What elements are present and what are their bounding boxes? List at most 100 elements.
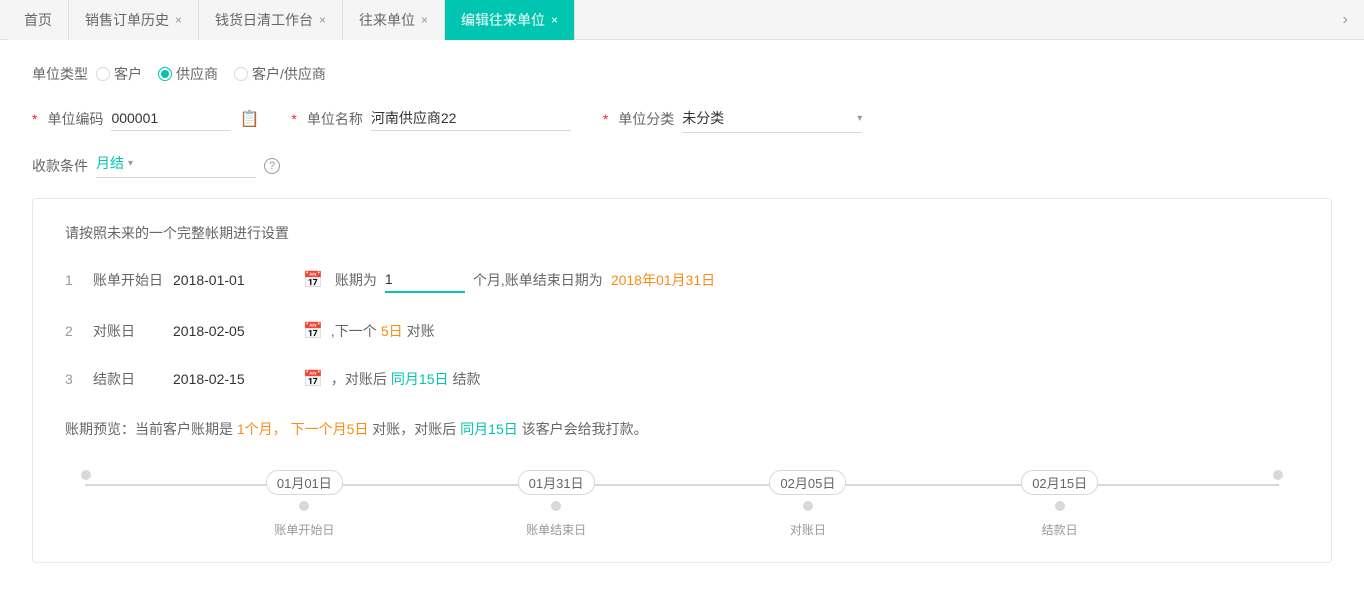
category-value: 未分类 <box>682 108 724 128</box>
tab-home[interactable]: 首页 <box>8 0 69 40</box>
row2-date: 2018-02-05 <box>173 323 303 339</box>
radio-both-circle <box>234 67 248 81</box>
row3-post: 结款 <box>453 369 481 389</box>
row1-suffix: 账期为 个月,账单结束日期为 2018年01月31日 <box>323 267 715 293</box>
name-required: * <box>291 111 296 127</box>
tab-partner-list-label: 往来单位 <box>359 10 415 30</box>
row1-label: 账单开始日 <box>93 270 173 290</box>
row2-cal-icon[interactable]: 📅 <box>303 321 323 341</box>
unit-type-row: 单位类型 客户 供应商 客户/供应商 <box>32 64 1332 84</box>
radio-customer-circle <box>96 67 110 81</box>
tab-cash-desk[interactable]: 钱货日清工作台 × <box>199 0 343 40</box>
tab-partner-list[interactable]: 往来单位 × <box>343 0 445 40</box>
tab-sales-history-close[interactable]: × <box>175 13 182 27</box>
tabs-bar: 首页 销售订单历史 × 钱货日清工作台 × 往来单位 × 编辑往来单位 × › <box>0 0 1364 40</box>
tl-label-1: 账单开始日 <box>274 521 334 538</box>
radio-both-label: 客户/供应商 <box>252 64 326 84</box>
row1-period-label: 账期为 <box>335 270 377 290</box>
row2-num: 2 <box>65 323 93 339</box>
tab-edit-partner-close[interactable]: × <box>551 13 558 27</box>
timeline-start-dot <box>81 470 91 480</box>
tl-badge-2: 01月31日 <box>518 470 595 495</box>
tab-partner-list-close[interactable]: × <box>421 13 428 27</box>
radio-supplier-label: 供应商 <box>176 64 218 84</box>
row1-date: 2018-01-01 <box>173 272 303 288</box>
copy-icon[interactable]: 📋 <box>239 109 259 129</box>
category-field: * 单位分类 未分类 ▾ <box>603 104 862 133</box>
tabs-arrow[interactable]: › <box>1335 11 1356 29</box>
timeline-point-3: 02月05日 对账日 <box>769 470 846 538</box>
name-input[interactable] <box>371 106 571 131</box>
code-input[interactable] <box>111 106 231 131</box>
code-name-row: * 单位编码 📋 * 单位名称 * 单位分类 未分类 ▾ <box>32 104 1332 133</box>
payment-row: 收款条件 月结 ▾ ? <box>32 153 1332 178</box>
radio-customer[interactable]: 客户 <box>96 64 142 84</box>
tl-badge-1: 01月01日 <box>266 470 343 495</box>
tab-edit-partner-label: 编辑往来单位 <box>461 10 545 30</box>
row2-highlight: 5日 <box>381 321 403 341</box>
row1-num: 1 <box>65 272 93 288</box>
box-instruction: 请按照未来的一个完整帐期进行设置 <box>65 223 1299 243</box>
row3-highlight: 同月15日 <box>391 369 449 389</box>
row3-label: 结款日 <box>93 369 173 389</box>
payment-field: 收款条件 月结 ▾ ? <box>32 153 280 178</box>
tab-edit-partner[interactable]: 编辑往来单位 × <box>445 0 575 40</box>
category-select[interactable]: 未分类 ▾ <box>682 104 862 133</box>
period-input[interactable] <box>385 267 465 293</box>
preview-mid2: 对账，对账后 <box>372 421 456 437</box>
radio-group: 客户 供应商 客户/供应商 <box>96 64 326 84</box>
config-row-2: 2 对账日 2018-02-05 📅 ,下一个 5日 对账 <box>65 321 1299 341</box>
question-icon[interactable]: ? <box>264 158 280 174</box>
tl-label-2: 账单结束日 <box>526 521 586 538</box>
tl-badge-4: 02月15日 <box>1021 470 1098 495</box>
tab-cash-desk-label: 钱货日清工作台 <box>215 10 313 30</box>
unit-type-field: 单位类型 客户 供应商 客户/供应商 <box>32 64 326 84</box>
main-content: 单位类型 客户 供应商 客户/供应商 * 单位编码 <box>0 40 1364 608</box>
row3-date: 2018-02-15 <box>173 371 303 387</box>
category-label: 单位分类 <box>618 109 674 129</box>
preview-text: 账期预览：当前客户账期是 1个月， 下一个月5日 对账，对账后 同月15日 该客… <box>65 417 1299 442</box>
name-field: * 单位名称 <box>291 106 570 131</box>
unit-type-label: 单位类型 <box>32 64 88 84</box>
preview-end: 同月15日 <box>460 421 518 437</box>
tl-label-3: 对账日 <box>790 521 826 538</box>
timeline-point-1: 01月01日 账单开始日 <box>266 470 343 538</box>
radio-customer-label: 客户 <box>114 64 142 84</box>
tl-label-4: 结款日 <box>1042 521 1078 538</box>
radio-supplier-circle <box>158 67 172 81</box>
row3-pre: ，对账后 <box>331 369 387 389</box>
row1-cal-icon[interactable]: 📅 <box>303 270 323 290</box>
row2-pre: ,下一个 <box>331 321 377 341</box>
tl-dot-2 <box>551 501 561 511</box>
payment-value: 月结 <box>96 153 124 173</box>
radio-both[interactable]: 客户/供应商 <box>234 64 326 84</box>
row3-num: 3 <box>65 371 93 387</box>
tab-sales-history[interactable]: 销售订单历史 × <box>69 0 199 40</box>
preview-prefix: 账期预览：当前客户账期是 <box>65 421 233 437</box>
tab-sales-history-label: 销售订单历史 <box>85 10 169 30</box>
code-label: 单位编码 <box>47 109 103 129</box>
row3-suffix: ，对账后 同月15日 结款 <box>323 369 481 389</box>
tab-home-label: 首页 <box>24 10 52 30</box>
tl-badge-3: 02月05日 <box>769 470 846 495</box>
timeline-point-4: 02月15日 结款日 <box>1021 470 1098 538</box>
payment-label: 收款条件 <box>32 156 88 176</box>
row1-month-label: 个月,账单结束日期为 <box>473 270 603 290</box>
tl-dot-1 <box>299 501 309 511</box>
row3-cal-icon[interactable]: 📅 <box>303 369 323 389</box>
timeline-end-dot <box>1273 470 1283 480</box>
preview-month: 1个月， <box>237 421 287 437</box>
timeline: 01月01日 账单开始日 01月31日 账单结束日 02月05日 对账日 02月… <box>65 470 1299 538</box>
tab-cash-desk-close[interactable]: × <box>319 13 326 27</box>
payment-select[interactable]: 月结 ▾ <box>96 153 256 178</box>
radio-supplier[interactable]: 供应商 <box>158 64 218 84</box>
row1-highlight: 2018年01月31日 <box>611 270 715 290</box>
config-row-3: 3 结款日 2018-02-15 📅 ，对账后 同月15日 结款 <box>65 369 1299 389</box>
tl-dot-4 <box>1055 501 1065 511</box>
name-label: 单位名称 <box>307 109 363 129</box>
preview-mid: 下一个月5日 <box>291 421 369 437</box>
tl-dot-3 <box>803 501 813 511</box>
payment-chevron: ▾ <box>128 158 133 169</box>
config-row-1: 1 账单开始日 2018-01-01 📅 账期为 个月,账单结束日期为 2018… <box>65 267 1299 293</box>
timeline-point-2: 01月31日 账单结束日 <box>518 470 595 538</box>
